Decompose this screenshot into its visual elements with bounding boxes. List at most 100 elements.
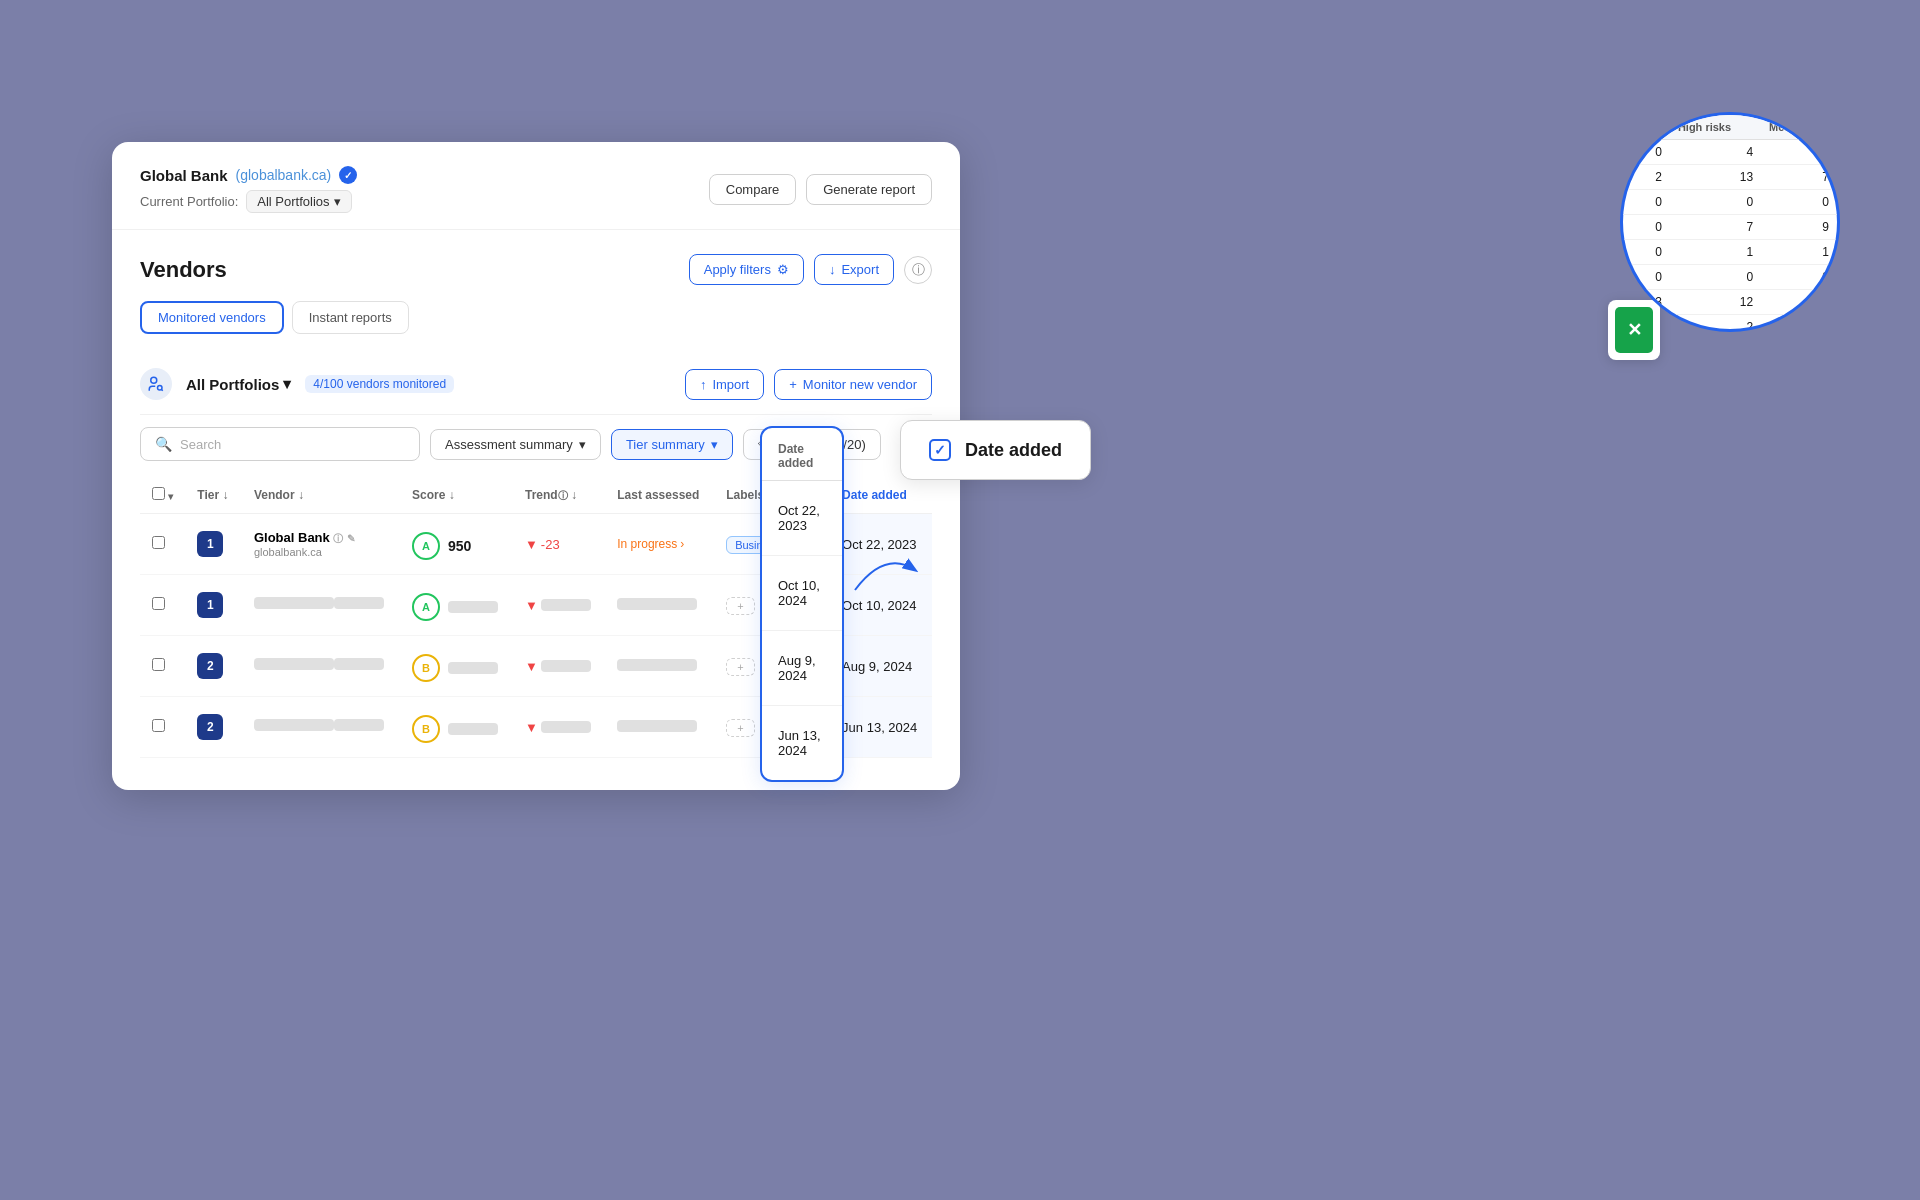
circle-table-cell: 7 [1761,165,1837,190]
row-tier: 1 [185,514,242,575]
generate-report-button[interactable]: Generate report [806,174,932,205]
circle-table-row: 2137 [1623,165,1837,190]
monitor-new-vendor-button[interactable]: + Monitor new vendor [774,369,932,400]
vendor-domain: globalbank.ca [254,546,388,558]
search-input[interactable] [180,437,405,452]
row-score: B [400,636,513,696]
row-date-added: Oct 10, 2024 [830,575,932,636]
circle-table-cell: 0 [1623,240,1670,265]
excel-file-icon: ✕ [1608,300,1660,360]
compare-button[interactable]: Compare [709,174,796,205]
row-checkbox-cell [140,575,185,636]
vendors-header: Vendors Apply filters ⚙ ↓ Export ⓘ [140,254,932,285]
callout-checkbox[interactable]: ✓ [929,439,951,461]
row-checkbox[interactable] [152,719,165,732]
select-all-checkbox[interactable] [152,487,165,500]
row-date-added: Jun 13, 2024 [830,697,932,758]
callout-text: Date added [965,440,1062,461]
score-blurred [448,601,498,613]
row-checkbox-cell [140,636,185,697]
sort-trend-icon[interactable]: ↓ [571,488,577,502]
tier-summary-label: Tier summary [626,437,705,452]
info-trend-icon: ⓘ [558,490,568,501]
card-header: Global Bank (globalbank.ca) ✓ Current Po… [112,142,960,230]
apply-filters-button[interactable]: Apply filters ⚙ [689,254,804,285]
score-letter: B [412,715,440,743]
portfolio-bar: All Portfolios ▾ 4/100 vendors monitored… [140,354,932,415]
add-label-badge[interactable]: + [726,597,754,615]
last-assessed-blurred [617,659,697,671]
trend-blurred: ▼ [525,720,593,735]
trend-blurred: ▼ [525,659,593,674]
date-col-row: Aug 9, 2024 [762,631,842,706]
date-col-header: Date added [762,428,842,481]
sort-tier-icon[interactable]: ↓ [222,488,228,502]
circle-table-row: 079 [1623,215,1837,240]
trend-blurred: ▼ [525,598,593,613]
verified-badge: ✓ [339,166,357,184]
circle-table-cell: 0 [1623,215,1670,240]
circle-table-cell: 11 [1761,140,1837,165]
assessment-summary-dropdown[interactable]: Assessment summary ▾ [430,429,601,460]
sort-icon: ▾ [168,491,173,502]
circle-table-cell: 13 [1670,165,1761,190]
row-score: A [400,575,513,635]
circle-table-cell: 2 [1623,165,1670,190]
row-trend: ▼ [513,636,605,697]
tab-instant-reports[interactable]: Instant reports [292,301,409,334]
date-col-row: Oct 10, 2024 [762,556,842,631]
row-checkbox-cell [140,514,185,575]
row-last-assessed [605,575,714,636]
add-label-badge[interactable]: + [726,719,754,737]
tier-badge: 1 [197,531,223,557]
row-date-added: Oct 22, 2023 [830,514,932,575]
monitor-label: Monitor new vendor [803,377,917,392]
info-icon[interactable]: ⓘ [904,256,932,284]
svg-point-0 [151,377,157,383]
portfolio-right: ↑ Import + Monitor new vendor [685,369,932,400]
col-tier: Tier ↓ [185,477,242,514]
vendor-edit-icon[interactable]: ✎ [347,533,355,544]
add-label-badge[interactable]: + [726,658,754,676]
date-col-row: Jun 13, 2024 [762,706,842,780]
circle-table-cell: 0 [1623,265,1670,290]
portfolio-label: Current Portfolio: [140,194,238,209]
tier-badge: 1 [197,592,223,618]
portfolio-icon [140,368,172,400]
in-progress-label: In progress › [617,537,702,551]
search-icon: 🔍 [155,436,172,452]
arrow-right-icon: › [680,537,684,551]
circle-table-cell: 1 [1761,240,1837,265]
tier-badge: 2 [197,714,223,740]
row-tier: 1 [185,575,242,636]
export-button[interactable]: ↓ Export [814,254,894,285]
row-tier: 2 [185,697,242,758]
row-checkbox[interactable] [152,536,165,549]
row-vendor [242,636,400,697]
header-actions: Compare Generate report [709,174,932,205]
col-trend: Trendⓘ ↓ [513,477,605,514]
chevron-down-icon: ▾ [579,437,586,452]
circle-table-cell: 0 [1623,140,1670,165]
portfolio-name-select[interactable]: All Portfolios ▾ [186,375,291,393]
sort-score-icon[interactable]: ↓ [449,488,455,502]
row-checkbox[interactable] [152,658,165,671]
circle-table-row: 000 [1623,265,1837,290]
row-checkbox-cell [140,697,185,758]
sort-vendor-icon[interactable]: ↓ [298,488,304,502]
date-col-rows: Oct 22, 2023Oct 10, 2024Aug 9, 2024Jun 1… [762,481,842,780]
org-name-text: Global Bank [140,167,228,184]
row-last-assessed [605,697,714,758]
circle-table-cell: 0 [1623,190,1670,215]
row-trend: ▼ [513,575,605,636]
portfolio-select[interactable]: All Portfolios ▾ [246,190,351,213]
trend-down-icon: ▼ [525,659,538,674]
trend-down-icon: ▼ [525,598,538,613]
row-checkbox[interactable] [152,597,165,610]
import-button[interactable]: ↑ Import [685,369,764,400]
tier-summary-dropdown[interactable]: Tier summary ▾ [611,429,733,460]
circle-table-cell: 0 [1670,265,1761,290]
circle-table-cell: 0 [1670,190,1761,215]
circle-table-cell: 1 [1670,240,1761,265]
tab-monitored-vendors[interactable]: Monitored vendors [140,301,284,334]
